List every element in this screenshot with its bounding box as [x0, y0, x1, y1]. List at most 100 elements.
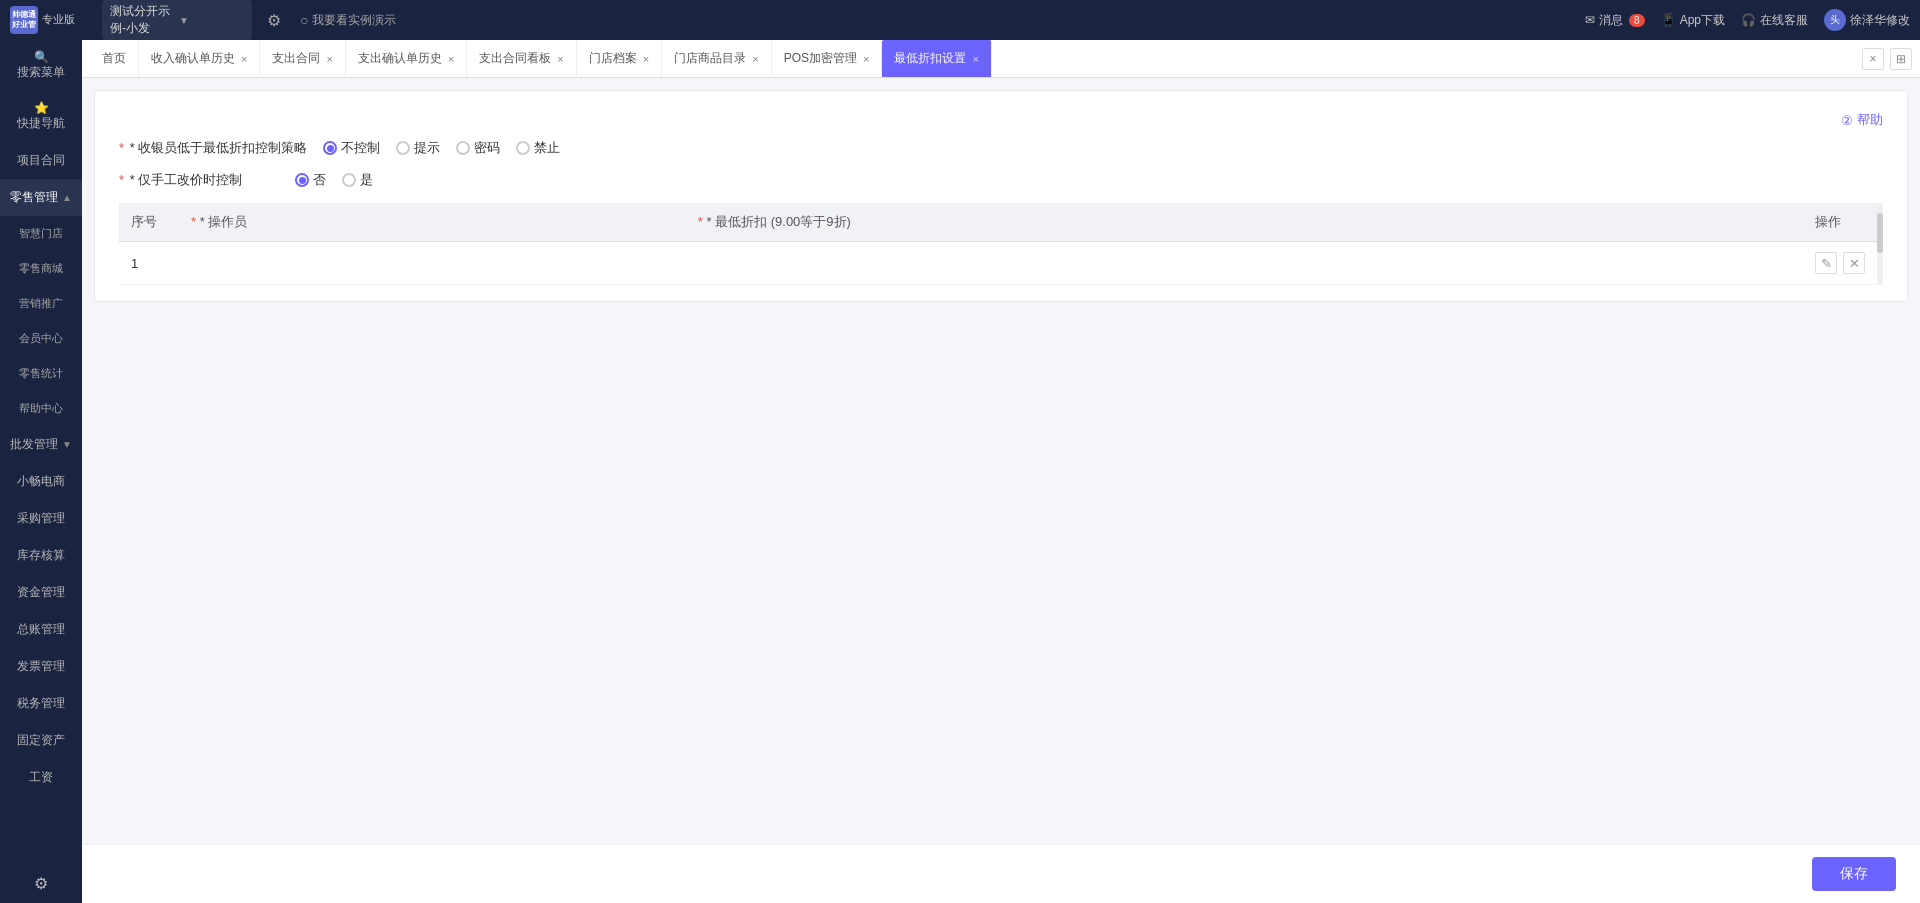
sidebar-item-stats[interactable]: 零售统计 — [0, 356, 82, 391]
sidebar-item-purchase[interactable]: 采购管理 — [0, 500, 82, 537]
tab-store-files-close[interactable]: × — [643, 53, 649, 65]
app-download-label: App下载 — [1680, 12, 1725, 29]
tab-pos-password-close[interactable]: × — [863, 53, 869, 65]
sidebar-item-payroll-label: 工资 — [4, 769, 78, 786]
sidebar-item-ecommerce[interactable]: 小畅电商 — [0, 463, 82, 500]
sidebar-item-inventory[interactable]: 库存核算 — [0, 537, 82, 574]
sidebar-item-member[interactable]: 会员中心 — [0, 321, 82, 356]
radio-yes-label: 是 — [360, 171, 373, 189]
sidebar-item-smartstore[interactable]: 智慧门店 — [0, 216, 82, 251]
cell-discount — [686, 242, 1803, 285]
sidebar-item-purchase-label: 采购管理 — [4, 510, 78, 527]
radio-yes[interactable]: 是 — [342, 171, 373, 189]
sidebar-settings-button[interactable]: ⚙ — [0, 864, 82, 903]
radio-password-input[interactable] — [456, 141, 470, 155]
search-icon: 🔍 — [34, 50, 49, 64]
sidebar-item-wholesale[interactable]: 批发管理 ▼ — [0, 426, 82, 463]
radio-forbid-input[interactable] — [516, 141, 530, 155]
tab-home[interactable]: 首页 — [90, 40, 139, 77]
sidebar-item-member-label: 会员中心 — [4, 331, 78, 346]
tab-bar: 首页 收入确认单历史 × 支出合同 × 支出确认单历史 × 支出合同看板 × 门… — [82, 40, 1920, 78]
field2-radio-group: 否 是 — [295, 171, 373, 189]
tab-expenditure-contract-close[interactable]: × — [326, 53, 332, 65]
tab-income-history[interactable]: 收入确认单历史 × — [139, 40, 260, 77]
settings-card: ② 帮助 * * 收银员低于最低折扣控制策略 — [94, 90, 1908, 302]
sidebar-item-contract[interactable]: 项目合同 — [0, 142, 82, 179]
radio-forbid[interactable]: 禁止 — [516, 139, 560, 157]
tab-min-discount-close[interactable]: × — [972, 53, 978, 65]
radio-yes-input[interactable] — [342, 173, 356, 187]
radio-no-control-input[interactable] — [323, 141, 337, 155]
radio-forbid-label: 禁止 — [534, 139, 560, 157]
sidebar-item-invoice[interactable]: 发票管理 — [0, 648, 82, 685]
logo-text: 专业版 — [42, 13, 75, 26]
download-icon: 📱 — [1661, 13, 1676, 27]
edit-row-button[interactable]: ✎ — [1815, 252, 1837, 274]
sidebar-item-assets-label: 固定资产 — [4, 732, 78, 749]
sidebar-item-emall[interactable]: 零售商城 — [0, 251, 82, 286]
radio-password[interactable]: 密码 — [456, 139, 500, 157]
col-operator-required: * — [191, 214, 196, 229]
sidebar-item-retail-label: 零售管理 — [10, 189, 58, 206]
field2-label-text: * 仅手工改价时控制 — [130, 172, 243, 187]
wholesale-arrow-icon: ▼ — [62, 439, 72, 450]
sidebar-item-help-label: 帮助中心 — [4, 401, 78, 416]
help-link[interactable]: ② 帮助 — [1841, 111, 1883, 129]
save-button[interactable]: 保存 — [1812, 857, 1896, 891]
tab-expenditure-history[interactable]: 支出确认单历史 × — [346, 40, 467, 77]
tab-expenditure-board[interactable]: 支出合同看板 × — [467, 40, 576, 77]
sidebar-item-search[interactable]: 🔍 搜索菜单 — [0, 40, 82, 91]
expand-tab-button[interactable]: ⊞ — [1890, 48, 1912, 70]
sidebar-item-marketing[interactable]: 营销推广 — [0, 286, 82, 321]
discount-table: 序号 * * 操作员 * * 最低折扣 (9.00等于9折) — [119, 203, 1883, 285]
tab-store-catalog-close[interactable]: × — [752, 53, 758, 65]
radio-no-input[interactable] — [295, 173, 309, 187]
radio-prompt-label: 提示 — [414, 139, 440, 157]
sidebar-item-assets[interactable]: 固定资产 — [0, 722, 82, 759]
radio-prompt-input[interactable] — [396, 141, 410, 155]
radio-prompt[interactable]: 提示 — [396, 139, 440, 157]
project-selector[interactable]: 测试分开示例-小发 ▼ — [102, 0, 252, 40]
messages-label: 消息 — [1599, 12, 1623, 29]
tab-store-catalog-label: 门店商品目录 — [674, 50, 746, 67]
radio-no[interactable]: 否 — [295, 171, 326, 189]
tab-min-discount[interactable]: 最低折扣设置 × — [882, 40, 991, 77]
close-tab-button[interactable]: × — [1862, 48, 1884, 70]
page-content: ② 帮助 * * 收银员低于最低折扣控制策略 — [82, 78, 1920, 844]
sidebar-item-ledger[interactable]: 总账管理 — [0, 611, 82, 648]
user-menu[interactable]: 头 徐泽华修改 — [1824, 9, 1910, 31]
tab-expenditure-board-close[interactable]: × — [557, 53, 563, 65]
sidebar-item-quicknav[interactable]: ⭐ 快捷导航 — [0, 91, 82, 142]
tab-pos-password[interactable]: POS加密管理 × — [772, 40, 883, 77]
delete-row-button[interactable]: ✕ — [1843, 252, 1865, 274]
sidebar-item-payroll[interactable]: 工资 — [0, 759, 82, 796]
sidebar-item-tax[interactable]: 税务管理 — [0, 685, 82, 722]
tab-store-catalog[interactable]: 门店商品目录 × — [662, 40, 771, 77]
online-service-button[interactable]: 🎧 在线客服 — [1741, 12, 1808, 29]
col-header-seq: 序号 — [119, 203, 179, 242]
sidebar: 🔍 搜索菜单 ⭐ 快捷导航 项目合同 零售管理 ▲ 智慧门店 零售商城 营销推广… — [0, 40, 82, 903]
demo-link[interactable]: 我要看实例演示 — [300, 12, 396, 29]
settings-icon[interactable]: ⚙ — [260, 6, 288, 34]
topbar: 帅德通好业管 专业版 测试分开示例-小发 ▼ ⚙ 我要看实例演示 ✉ 消息 8 … — [0, 0, 1920, 40]
sidebar-item-search-label: 搜索菜单 — [4, 64, 78, 81]
table-scrollbar-track — [1877, 203, 1883, 285]
sidebar-item-help[interactable]: 帮助中心 — [0, 391, 82, 426]
cell-operator — [179, 242, 686, 285]
messages-button[interactable]: ✉ 消息 8 — [1585, 12, 1645, 29]
help-link-text: 帮助 — [1857, 111, 1883, 129]
sidebar-item-retail[interactable]: 零售管理 ▲ — [0, 179, 82, 216]
tab-expenditure-history-close[interactable]: × — [448, 53, 454, 65]
tab-income-history-close[interactable]: × — [241, 53, 247, 65]
col-discount-required: * — [698, 214, 703, 229]
project-name: 测试分开示例-小发 — [110, 3, 175, 37]
help-icon: ② — [1841, 113, 1853, 128]
field2-required-mark: * — [119, 172, 124, 187]
app-download-button[interactable]: 📱 App下载 — [1661, 12, 1725, 29]
radio-no-control[interactable]: 不控制 — [323, 139, 380, 157]
tab-store-files[interactable]: 门店档案 × — [577, 40, 662, 77]
col-header-operator: * * 操作员 — [179, 203, 686, 242]
demo-link-text: 我要看实例演示 — [312, 12, 396, 29]
sidebar-item-finance[interactable]: 资金管理 — [0, 574, 82, 611]
tab-expenditure-contract[interactable]: 支出合同 × — [260, 40, 345, 77]
